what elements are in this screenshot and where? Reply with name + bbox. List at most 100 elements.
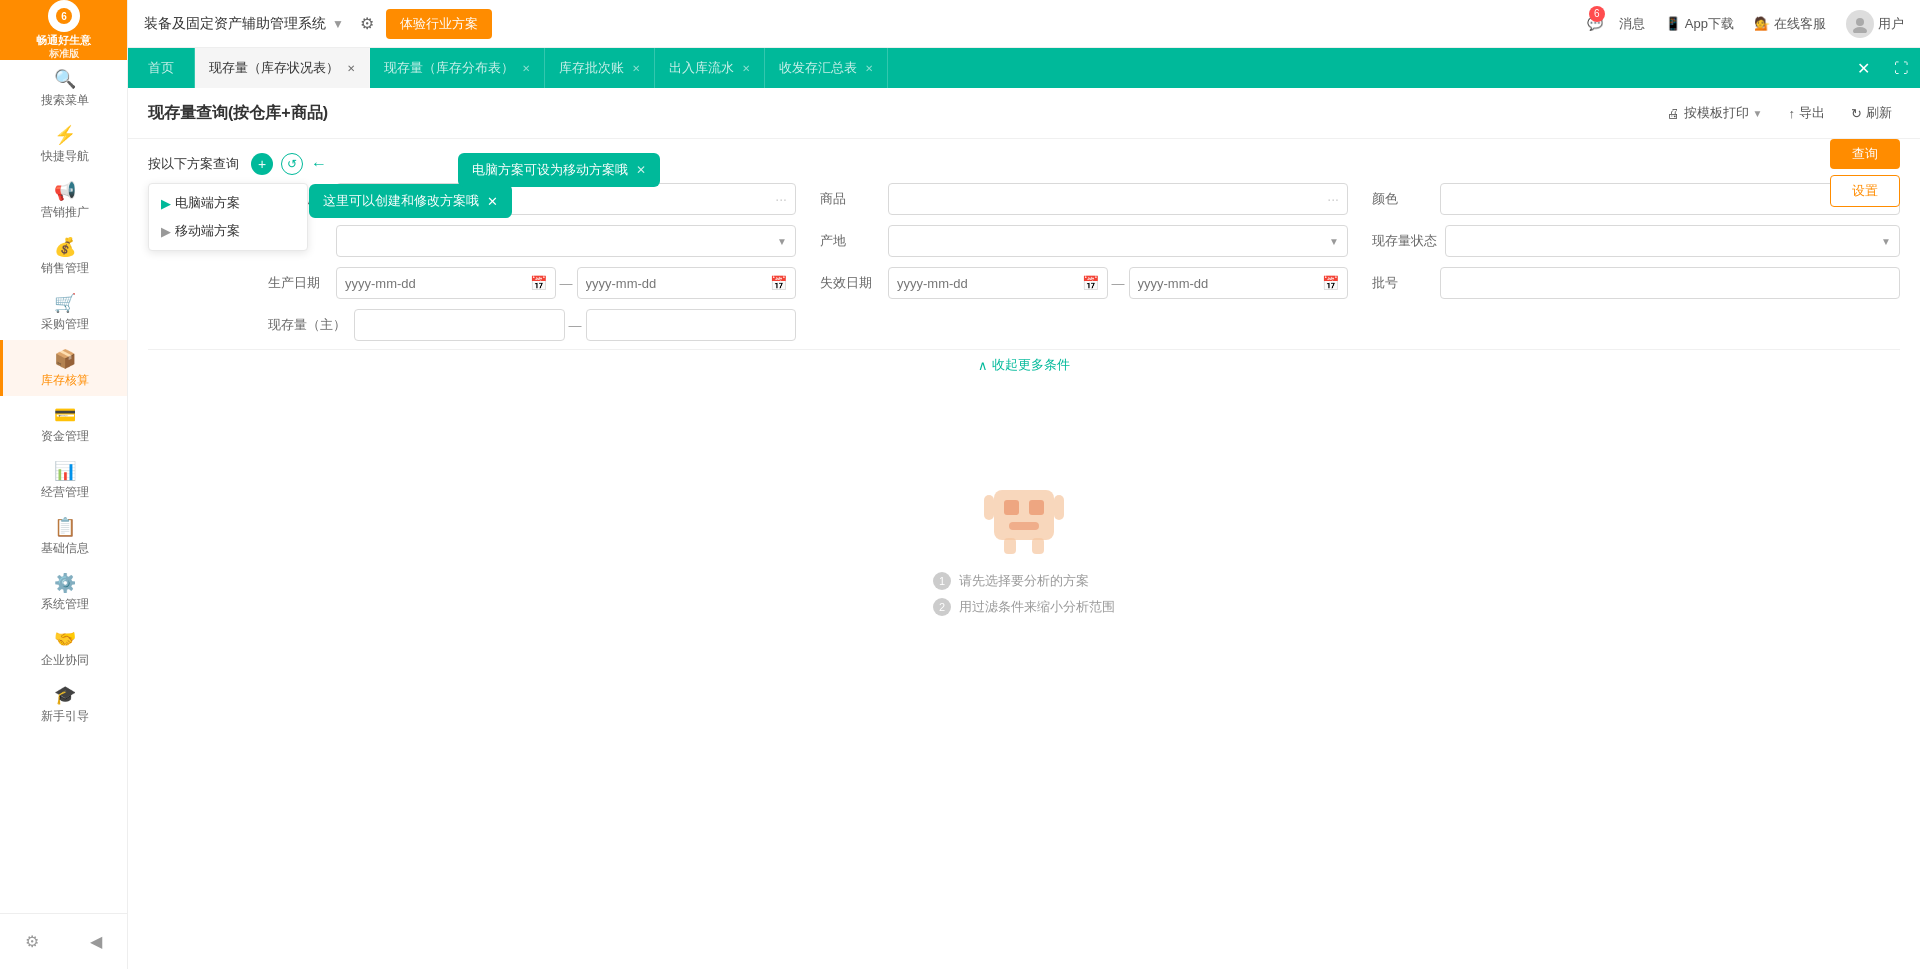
- stock-status-dropdown-icon[interactable]: ▼: [1881, 236, 1891, 247]
- warehouse-dots-icon[interactable]: ···: [775, 191, 787, 207]
- app-download-icon: 📱: [1665, 16, 1681, 31]
- size-dropdown-icon[interactable]: ▼: [777, 236, 787, 247]
- filter-origin-label: 产地: [820, 232, 880, 250]
- svg-point-2: [1856, 18, 1864, 26]
- export-btn[interactable]: ↑ 导出: [1781, 100, 1834, 126]
- svg-rect-9: [1054, 495, 1064, 520]
- tabbar: 首页 现存量（库存状况表） ✕ 现存量（库存分布表） ✕ 库存批次账 ✕ 出入库…: [128, 48, 1920, 88]
- tab-inventory-dist[interactable]: 现存量（库存分布表） ✕: [370, 48, 545, 88]
- filter-batch-input[interactable]: [1440, 267, 1900, 299]
- settings-filter-btn[interactable]: 设置: [1830, 175, 1900, 207]
- topbar-settings-icon[interactable]: ⚙: [360, 14, 374, 33]
- operations-icon: 📊: [54, 460, 76, 482]
- tab-close-receive-summary[interactable]: ✕: [865, 63, 873, 74]
- filter-field-origin: 产地 ▼: [820, 225, 1348, 257]
- tabbar-close-all-icon[interactable]: ✕: [1845, 59, 1882, 78]
- tab-receive-summary[interactable]: 收发存汇总表 ✕: [765, 48, 888, 88]
- message-btn[interactable]: 💬 6 消息: [1587, 15, 1645, 33]
- user-menu[interactable]: 用户: [1846, 10, 1904, 38]
- tab-inventory-status[interactable]: 现存量（库存状况表） ✕: [195, 48, 370, 88]
- filter-color-label: 颜色: [1372, 190, 1432, 208]
- sales-icon: 💰: [54, 236, 76, 258]
- query-btn[interactable]: 查询: [1830, 139, 1900, 169]
- filter-origin-input[interactable]: ▼: [888, 225, 1348, 257]
- sidebar-item-purchase[interactable]: 🛒 采购管理: [0, 284, 127, 340]
- filter-production-date-start[interactable]: 📅: [336, 267, 556, 299]
- filter-field-batch: 批号: [1372, 267, 1900, 299]
- filter-goods-label: 商品: [820, 190, 880, 208]
- tooltip2-close-btn[interactable]: ✕: [487, 194, 498, 209]
- filter-row-fields-1: 按照仓库 ··· 商品 ···: [268, 183, 1900, 215]
- tab-home[interactable]: 首页: [128, 48, 195, 88]
- tab-inventory-batch[interactable]: 库存批次账 ✕: [545, 48, 655, 88]
- print-btn[interactable]: 🖨 按模板打印 ▼: [1659, 100, 1771, 126]
- sidebar-item-enterprise[interactable]: 🤝 企业协同: [0, 620, 127, 676]
- experience-btn[interactable]: 体验行业方案: [386, 9, 492, 39]
- online-support-btn[interactable]: 💁 在线客服: [1754, 15, 1826, 33]
- tab-close-inventory-batch[interactable]: ✕: [632, 63, 640, 74]
- filter-row-1: 按以下方案查询 + ↺ ← 电脑方案可设为移动方案哦 ✕ ▶: [148, 153, 1900, 175]
- filter-stock-qty-min[interactable]: [354, 309, 565, 341]
- sidebar-item-operations[interactable]: 📊 经营管理: [0, 452, 127, 508]
- sidebar-collapse-icon[interactable]: ◀: [90, 932, 102, 951]
- filter-size-input[interactable]: ▼: [336, 225, 796, 257]
- filter-stock-qty-max[interactable]: [586, 309, 797, 341]
- scheme-desktop[interactable]: ▶ 电脑端方案: [161, 192, 295, 214]
- expiry-date-end-calendar-icon[interactable]: 📅: [1322, 275, 1339, 291]
- expiry-date-end-input[interactable]: [1138, 276, 1323, 291]
- filter-add-btn[interactable]: +: [251, 153, 273, 175]
- tabbar-fullscreen-icon[interactable]: ⛶: [1882, 60, 1920, 76]
- goods-dots-icon[interactable]: ···: [1327, 191, 1339, 207]
- filter-arrow-left-btn[interactable]: ←: [311, 155, 327, 173]
- scheme-mobile[interactable]: ▶ 移动端方案: [161, 220, 295, 242]
- app-download-btn[interactable]: 📱 App下载: [1665, 15, 1734, 33]
- sidebar-settings-icon[interactable]: ⚙: [25, 932, 39, 951]
- system-icon: ⚙️: [54, 572, 76, 594]
- svg-rect-4: [994, 490, 1054, 540]
- sidebar-item-sales[interactable]: 💰 销售管理: [0, 228, 127, 284]
- svg-point-3: [1853, 27, 1867, 33]
- message-badge: 6: [1589, 6, 1605, 22]
- filter-production-date-end[interactable]: 📅: [577, 267, 797, 299]
- sidebar-nav: 🔍 搜索菜单 ⚡ 快捷导航 📢 营销推广 💰 销售管理 🛒 采购管理 📦 库存核…: [0, 60, 127, 913]
- refresh-btn[interactable]: ↻ 刷新: [1843, 100, 1900, 126]
- sidebar-item-finance[interactable]: 💳 资金管理: [0, 396, 127, 452]
- production-date-start-calendar-icon[interactable]: 📅: [530, 275, 547, 291]
- guide-icon: 🎓: [54, 684, 76, 706]
- tab-close-inventory-status[interactable]: ✕: [347, 63, 355, 74]
- filter-goods-input[interactable]: ···: [888, 183, 1348, 215]
- filter-stock-status-input[interactable]: ▼: [1445, 225, 1900, 257]
- sidebar-item-system[interactable]: ⚙️ 系统管理: [0, 564, 127, 620]
- tab-close-in-out-flow[interactable]: ✕: [742, 63, 750, 74]
- filter-expiry-date-label: 失效日期: [820, 274, 880, 292]
- sidebar-item-inventory[interactable]: 📦 库存核算: [0, 340, 127, 396]
- production-date-start-input[interactable]: [345, 276, 530, 291]
- sidebar-item-search-menu[interactable]: 🔍 搜索菜单: [0, 60, 127, 116]
- topbar-right: 💬 6 消息 📱 App下载 💁 在线客服 用户: [1587, 10, 1904, 38]
- origin-dropdown-icon[interactable]: ▼: [1329, 236, 1339, 247]
- sidebar-item-quick-nav[interactable]: ⚡ 快捷导航: [0, 116, 127, 172]
- expiry-date-start-calendar-icon[interactable]: 📅: [1082, 275, 1099, 291]
- filter-field-stock-status: 现存量状态 ▼: [1372, 225, 1900, 257]
- filter-label: 按以下方案查询: [148, 155, 239, 173]
- production-date-end-calendar-icon[interactable]: 📅: [770, 275, 787, 291]
- sidebar-item-guide[interactable]: 🎓 新手引导: [0, 676, 127, 732]
- production-date-end-input[interactable]: [586, 276, 771, 291]
- filter-expiry-date-start[interactable]: 📅: [888, 267, 1108, 299]
- scheme-desktop-arrow: ▶: [161, 196, 171, 211]
- purchase-icon: 🛒: [54, 292, 76, 314]
- tab-close-inventory-dist[interactable]: ✕: [522, 63, 530, 74]
- system-name-dropdown-icon: ▼: [332, 17, 344, 31]
- tab-in-out-flow[interactable]: 出入库流水 ✕: [655, 48, 765, 88]
- sidebar-item-basic-info[interactable]: 📋 基础信息: [0, 508, 127, 564]
- export-icon: ↑: [1789, 106, 1796, 121]
- basic-info-icon: 📋: [54, 516, 76, 538]
- expiry-date-start-input[interactable]: [897, 276, 1082, 291]
- collapse-btn[interactable]: ∧ 收起更多条件: [148, 349, 1900, 380]
- tooltip1-close-btn[interactable]: ✕: [636, 163, 646, 177]
- filter-expiry-date-end[interactable]: 📅: [1129, 267, 1349, 299]
- print-icon: 🖨: [1667, 106, 1680, 121]
- svg-rect-6: [1029, 500, 1044, 515]
- filter-refresh-btn[interactable]: ↺: [281, 153, 303, 175]
- sidebar-item-marketing[interactable]: 📢 营销推广: [0, 172, 127, 228]
